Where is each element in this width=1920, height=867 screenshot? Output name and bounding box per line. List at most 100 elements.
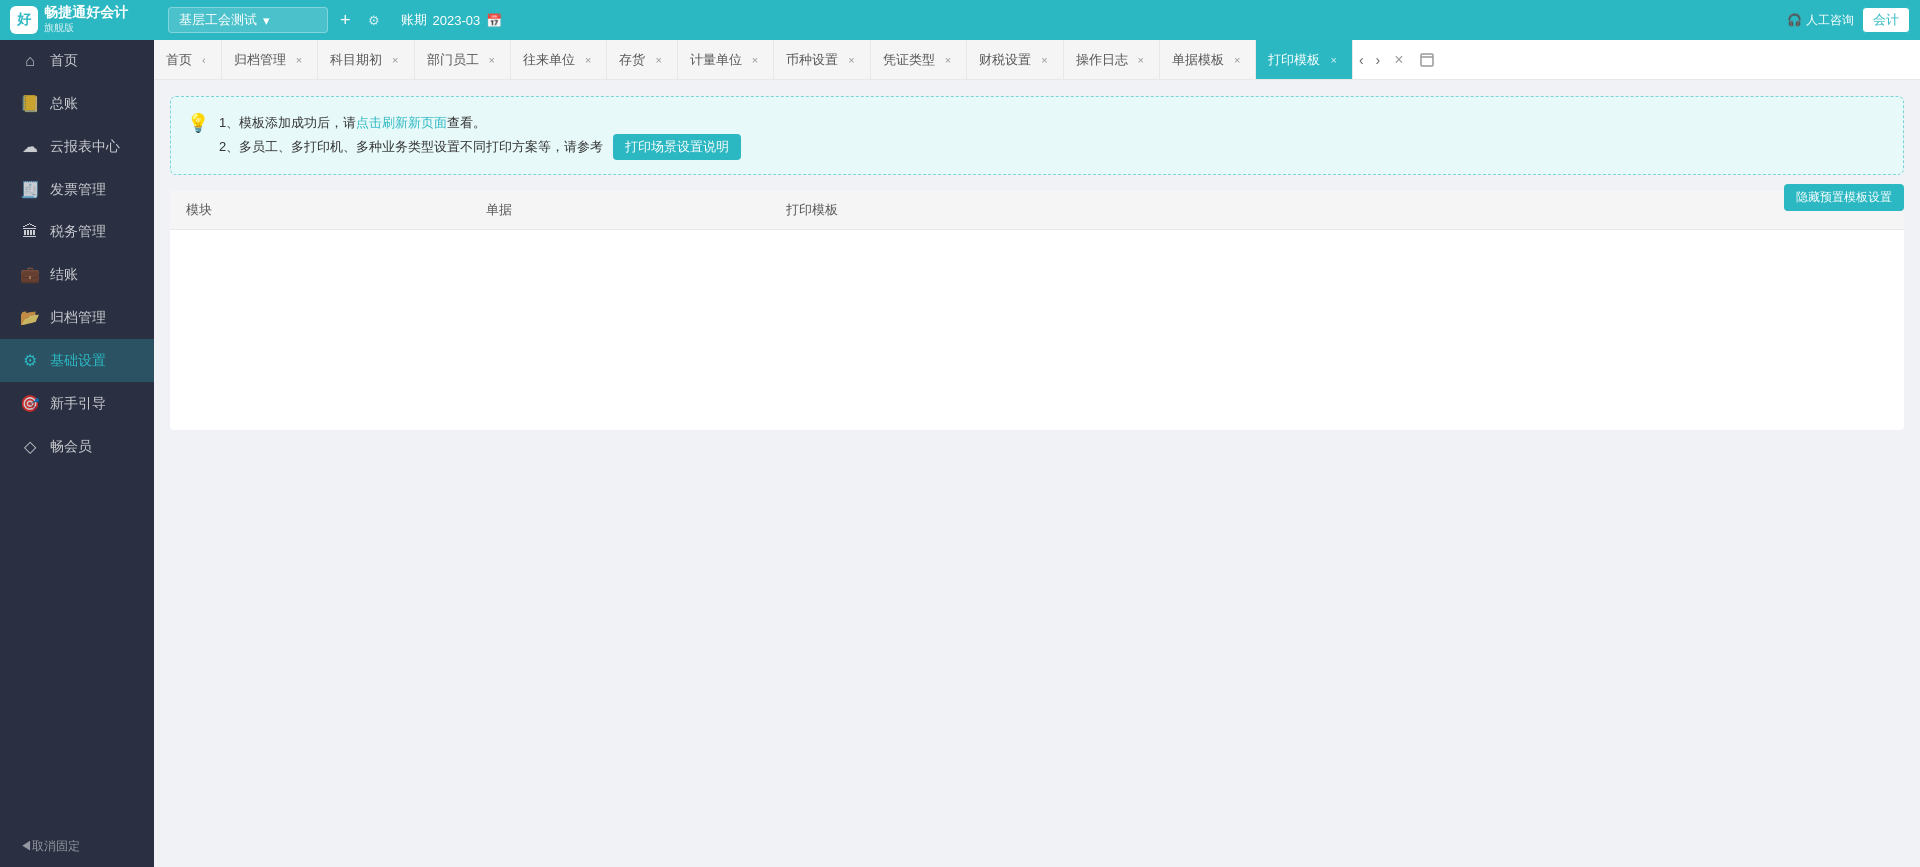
sidebar-item-guide[interactable]: 🎯 新手引导 — [0, 382, 154, 425]
tab-print-tpl[interactable]: 打印模板 × — [1256, 40, 1352, 80]
tab-partner-label: 往来单位 — [523, 51, 575, 69]
table-container: 模块 单据 打印模板 — [170, 191, 1904, 430]
tab-currency[interactable]: 币种设置 × — [774, 40, 870, 80]
tab-dept-staff[interactable]: 部门员工 × — [415, 40, 511, 80]
sidebar-label-basic: 基础设置 — [50, 352, 106, 370]
info-box: 💡 1、模板添加成功后，请点击刷新新页面查看。 2、多员工、多打印机、多种业务类… — [170, 96, 1904, 175]
member-icon: ◇ — [20, 437, 40, 456]
info-line1-suffix: 查看。 — [447, 115, 486, 130]
sidebar-item-settle[interactable]: 💼 结账 — [0, 253, 154, 296]
invoice-icon: 🧾 — [20, 180, 40, 199]
sidebar-item-ledger[interactable]: 📒 总账 — [0, 82, 154, 125]
archive-icon: 📂 — [20, 308, 40, 327]
tab-inventory-label: 存货 — [619, 51, 645, 69]
tab-close-all-btn[interactable]: × — [1386, 40, 1411, 80]
print-scene-btn[interactable]: 打印场景设置说明 — [613, 134, 741, 160]
info-line2-prefix: 2、多员工、多打印机、多种业务类型设置不同打印方案等，请参考 — [219, 139, 603, 154]
headset-icon: 🎧 — [1787, 13, 1802, 27]
tax-icon: 🏛 — [20, 223, 40, 241]
tab-currency-label: 币种设置 — [786, 51, 838, 69]
info-text: 1、模板添加成功后，请点击刷新新页面查看。 2、多员工、多打印机、多种业务类型设… — [219, 111, 1887, 160]
guide-icon: 🎯 — [20, 394, 40, 413]
top-bar: 好 畅捷通好会计 旗舰版 基层工会测试 ▾ + ⚙ 账期 2023-03 📅 🎧… — [0, 0, 1920, 40]
tab-single-form-close[interactable]: × — [1231, 53, 1243, 67]
add-tab-btn[interactable]: + — [336, 10, 355, 31]
tab-op-log-close[interactable]: × — [1135, 53, 1147, 67]
sidebar-item-basic[interactable]: ⚙ 基础设置 — [0, 339, 154, 382]
sidebar-item-member[interactable]: ◇ 畅会员 — [0, 425, 154, 468]
sidebar-item-home[interactable]: ⌂ 首页 — [0, 40, 154, 82]
tab-op-log[interactable]: 操作日志 × — [1064, 40, 1160, 80]
calendar-icon[interactable]: 📅 — [486, 13, 502, 28]
tab-home-prev[interactable]: ‹ — [199, 53, 209, 67]
tab-unit[interactable]: 计量单位 × — [678, 40, 774, 80]
sidebar-label-guide: 新手引导 — [50, 395, 106, 413]
sidebar-item-archive[interactable]: 📂 归档管理 — [0, 296, 154, 339]
period-value: 2023-03 — [433, 13, 481, 28]
tab-single-form[interactable]: 单据模板 × — [1160, 40, 1256, 80]
settings-icon[interactable]: ⚙ — [363, 9, 385, 31]
tab-home-label: 首页 — [166, 51, 192, 69]
tab-print-tpl-close[interactable]: × — [1327, 53, 1339, 67]
tab-tax-setting-close[interactable]: × — [1038, 53, 1050, 67]
logo-text: 畅捷通好会计 — [44, 5, 128, 20]
tab-single-form-label: 单据模板 — [1172, 51, 1224, 69]
tab-next-btn[interactable]: › — [1370, 40, 1387, 80]
tab-currency-close[interactable]: × — [845, 53, 857, 67]
sidebar-label-report: 云报表中心 — [50, 138, 120, 156]
tab-subject-period[interactable]: 科目期初 × — [318, 40, 414, 80]
tab-prev-btn[interactable]: ‹ — [1353, 40, 1370, 80]
tab-tax-setting[interactable]: 财税设置 × — [967, 40, 1063, 80]
main-layout: ⌂ 首页 📒 总账 ☁ 云报表中心 🧾 发票管理 🏛 税务管理 💼 结账 📂 归… — [0, 40, 1920, 867]
tab-voucher-type-close[interactable]: × — [942, 53, 954, 67]
tab-archive-mgmt[interactable]: 归档管理 × — [222, 40, 318, 80]
col-print-tpl: 打印模板 — [770, 201, 1904, 219]
tab-unit-label: 计量单位 — [690, 51, 742, 69]
tab-home[interactable]: 首页 ‹ — [154, 40, 222, 80]
sidebar-item-invoice[interactable]: 🧾 发票管理 — [0, 168, 154, 211]
hide-preview-btn[interactable]: 隐藏预置模板设置 — [1784, 184, 1904, 211]
tab-archive-mgmt-close[interactable]: × — [293, 53, 305, 67]
company-selector[interactable]: 基层工会测试 ▾ — [168, 7, 328, 33]
sidebar: ⌂ 首页 📒 总账 ☁ 云报表中心 🧾 发票管理 🏛 税务管理 💼 结账 📂 归… — [0, 40, 154, 867]
tab-subject-period-close[interactable]: × — [389, 53, 401, 67]
sidebar-label-ledger: 总账 — [50, 95, 78, 113]
sidebar-label-invoice: 发票管理 — [50, 181, 106, 199]
bulb-icon: 💡 — [187, 112, 209, 134]
period-label: 账期 — [401, 11, 427, 29]
sidebar-item-tax[interactable]: 🏛 税务管理 — [0, 211, 154, 253]
table-body — [170, 230, 1904, 430]
tab-op-log-label: 操作日志 — [1076, 51, 1128, 69]
home-icon: ⌂ — [20, 52, 40, 70]
service-label: 人工咨询 — [1806, 12, 1854, 29]
tab-voucher-type-label: 凭证类型 — [883, 51, 935, 69]
tab-partner-close[interactable]: × — [582, 53, 594, 67]
tab-voucher-type[interactable]: 凭证类型 × — [871, 40, 967, 80]
tab-dept-staff-close[interactable]: × — [486, 53, 498, 67]
refresh-link[interactable]: 点击刷新新页面 — [356, 115, 447, 130]
report-icon: ☁ — [20, 137, 40, 156]
tab-dept-staff-label: 部门员工 — [427, 51, 479, 69]
unpin-label: ◀取消固定 — [20, 838, 80, 855]
tab-bar: 首页 ‹ 归档管理 × 科目期初 × 部门员工 × 往来单位 × 存货 × — [154, 40, 1920, 80]
sidebar-label-archive: 归档管理 — [50, 309, 106, 327]
tab-inventory-close[interactable]: × — [652, 53, 664, 67]
sidebar-label-home: 首页 — [50, 52, 78, 70]
svg-rect-0 — [1421, 54, 1433, 66]
company-name: 基层工会测试 — [179, 11, 257, 29]
sidebar-item-report[interactable]: ☁ 云报表中心 — [0, 125, 154, 168]
tab-tax-setting-label: 财税设置 — [979, 51, 1031, 69]
tab-maximize-btn[interactable] — [1412, 40, 1442, 80]
acct-btn[interactable]: 会计 — [1862, 7, 1910, 33]
tab-inventory[interactable]: 存货 × — [607, 40, 677, 80]
logo-sub: 旗舰版 — [44, 21, 128, 35]
service-btn[interactable]: 🎧 人工咨询 — [1787, 12, 1854, 29]
unpin-btn[interactable]: ◀取消固定 — [0, 826, 154, 867]
info-line-2: 2、多员工、多打印机、多种业务类型设置不同打印方案等，请参考 打印场景设置说明 — [219, 134, 1887, 160]
basic-icon: ⚙ — [20, 351, 40, 370]
dropdown-arrow: ▾ — [263, 13, 270, 28]
tab-unit-close[interactable]: × — [749, 53, 761, 67]
tab-subject-period-label: 科目期初 — [330, 51, 382, 69]
tab-partner[interactable]: 往来单位 × — [511, 40, 607, 80]
sidebar-label-settle: 结账 — [50, 266, 78, 284]
